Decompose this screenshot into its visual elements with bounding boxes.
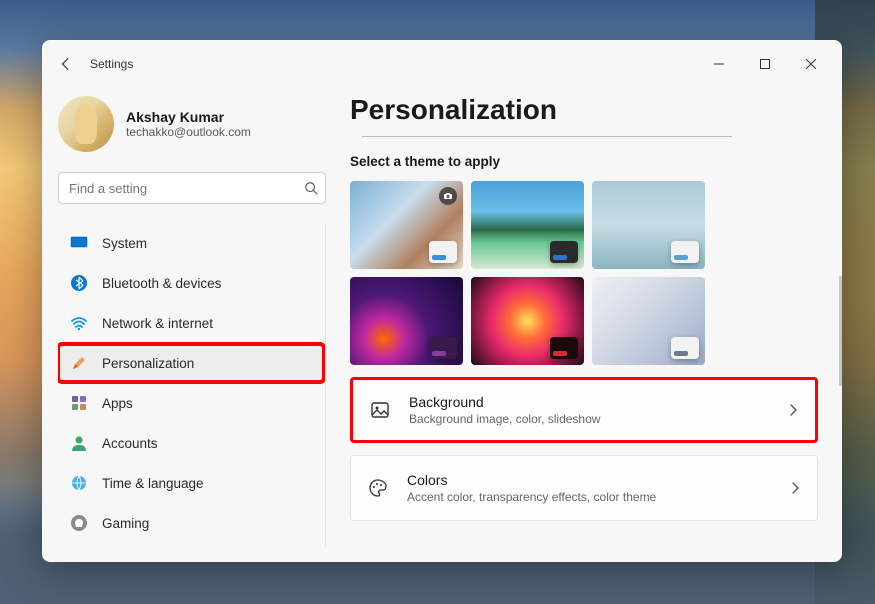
close-button[interactable]	[788, 48, 834, 80]
sidebar-item-personalization[interactable]: Personalization	[58, 344, 324, 382]
sidebar-item-gaming[interactable]: Gaming	[58, 504, 324, 542]
theme-accent-chip	[429, 241, 457, 263]
scrollbar[interactable]	[839, 276, 842, 386]
minimize-icon	[714, 59, 724, 69]
sidebar-item-network[interactable]: Network & internet	[58, 304, 324, 342]
theme-tile[interactable]	[350, 277, 463, 365]
sidebar-item-label: Gaming	[102, 516, 149, 531]
palette-icon	[367, 477, 389, 499]
paintbrush-icon	[70, 354, 88, 372]
sidebar-item-system[interactable]: System	[58, 224, 324, 262]
page-title: Personalization	[350, 94, 818, 126]
theme-tile[interactable]	[471, 277, 584, 365]
monitor-icon	[70, 234, 88, 252]
theme-tile[interactable]	[592, 277, 705, 365]
person-icon	[70, 434, 88, 452]
sidebar-item-label: Time & language	[102, 476, 204, 491]
window-title: Settings	[90, 57, 133, 71]
theme-accent-chip	[671, 337, 699, 359]
sidebar-item-label: Apps	[102, 396, 133, 411]
minimize-button[interactable]	[696, 48, 742, 80]
chevron-right-icon	[789, 482, 801, 494]
sidebar-item-label: Network & internet	[102, 316, 213, 331]
sidebar: Akshay Kumar techakko@outlook.com System…	[42, 88, 342, 562]
search-box[interactable]	[58, 172, 326, 204]
search-icon	[304, 181, 318, 195]
settings-window: Settings Akshay Kumar techakko@outlook.c…	[42, 40, 842, 562]
sidebar-item-label: Personalization	[102, 356, 194, 371]
setting-row-colors[interactable]: Colors Accent color, transparency effect…	[350, 455, 818, 521]
row-subtitle: Background image, color, slideshow	[409, 412, 769, 426]
theme-accent-chip	[429, 337, 457, 359]
maximize-icon	[760, 59, 770, 69]
sidebar-item-label: Accounts	[102, 436, 158, 451]
search-input[interactable]	[58, 172, 326, 204]
sidebar-item-label: System	[102, 236, 147, 251]
avatar	[58, 96, 114, 152]
maximize-button[interactable]	[742, 48, 788, 80]
wifi-icon	[70, 314, 88, 332]
titlebar: Settings	[42, 40, 842, 88]
title-underline	[362, 136, 732, 137]
theme-grid	[350, 181, 818, 365]
sidebar-item-time[interactable]: Time & language	[58, 464, 324, 502]
profile-block[interactable]: Akshay Kumar techakko@outlook.com	[58, 88, 326, 172]
theme-section-label: Select a theme to apply	[350, 154, 818, 169]
sidebar-item-accounts[interactable]: Accounts	[58, 424, 324, 462]
back-button[interactable]	[50, 48, 82, 80]
setting-row-background[interactable]: Background Background image, color, slid…	[350, 377, 818, 443]
bluetooth-icon	[70, 274, 88, 292]
chevron-right-icon	[787, 404, 799, 416]
theme-accent-chip	[550, 337, 578, 359]
gaming-icon	[70, 514, 88, 532]
theme-tile[interactable]	[592, 181, 705, 269]
row-title: Colors	[407, 472, 771, 488]
theme-accent-chip	[671, 241, 699, 263]
sidebar-item-apps[interactable]: Apps	[58, 384, 324, 422]
arrow-left-icon	[59, 57, 73, 71]
camera-icon	[439, 187, 457, 205]
globe-clock-icon	[70, 474, 88, 492]
theme-tile[interactable]	[350, 181, 463, 269]
nav-list: System Bluetooth & devices Network & int…	[58, 224, 326, 546]
sidebar-item-bluetooth[interactable]: Bluetooth & devices	[58, 264, 324, 302]
row-subtitle: Accent color, transparency effects, colo…	[407, 490, 771, 504]
main-content: Personalization Select a theme to apply …	[342, 88, 842, 562]
window-controls	[696, 48, 834, 80]
sidebar-item-label: Bluetooth & devices	[102, 276, 221, 291]
profile-email: techakko@outlook.com	[126, 125, 251, 139]
apps-icon	[70, 394, 88, 412]
theme-tile[interactable]	[471, 181, 584, 269]
row-title: Background	[409, 394, 769, 410]
profile-name: Akshay Kumar	[126, 109, 251, 125]
close-icon	[806, 59, 816, 69]
image-icon	[369, 399, 391, 421]
theme-accent-chip	[550, 241, 578, 263]
